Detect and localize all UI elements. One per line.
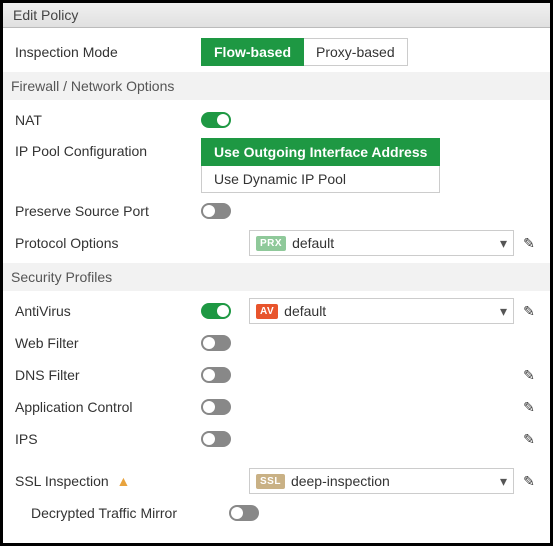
ips-label: IPS [15, 431, 193, 447]
ssl-inspection-select[interactable]: SSL deep-inspection ▾ [249, 468, 514, 494]
section-security-profiles: Security Profiles [3, 263, 550, 291]
ip-pool-outgoing-option[interactable]: Use Outgoing Interface Address [201, 138, 440, 166]
antivirus-value: default [284, 303, 326, 319]
pencil-icon[interactable]: ✎ [520, 367, 538, 384]
dns-filter-label: DNS Filter [15, 367, 193, 383]
preserve-source-port-label: Preserve Source Port [15, 203, 193, 219]
ssl-inspection-label: SSL Inspection ▲ [15, 473, 193, 489]
ip-pool-segmented: Use Outgoing Interface Address Use Dynam… [201, 138, 440, 193]
web-filter-toggle[interactable] [201, 335, 231, 351]
antivirus-label: AntiVirus [15, 303, 193, 319]
row-dns-filter: DNS Filter ✎ [15, 359, 538, 391]
pencil-icon[interactable]: ✎ [520, 473, 538, 490]
edit-policy-window: Edit Policy Inspection Mode Flow-based P… [0, 0, 553, 546]
protocol-options-select[interactable]: PRX default ▾ [249, 230, 514, 256]
preserve-source-port-toggle[interactable] [201, 203, 231, 219]
inspection-flow-based-option[interactable]: Flow-based [201, 38, 304, 66]
section-firewall-network: Firewall / Network Options [3, 72, 550, 100]
application-control-label: Application Control [15, 399, 193, 415]
protocol-options-label: Protocol Options [15, 235, 193, 251]
row-web-filter: Web Filter [15, 327, 538, 359]
chevron-down-icon: ▾ [500, 303, 507, 320]
row-nat: NAT [15, 104, 538, 136]
ips-toggle[interactable] [201, 431, 231, 447]
inspection-mode-segmented: Flow-based Proxy-based [201, 38, 408, 66]
antivirus-select[interactable]: AV default ▾ [249, 298, 514, 324]
ip-pool-label: IP Pool Configuration [15, 138, 193, 159]
dns-filter-toggle[interactable] [201, 367, 231, 383]
row-decrypted-traffic-mirror: Decrypted Traffic Mirror [15, 497, 538, 529]
ssl-inspection-value: deep-inspection [291, 473, 390, 489]
badge-av: AV [256, 304, 278, 319]
row-preserve-source-port: Preserve Source Port [15, 195, 538, 227]
chevron-down-icon: ▾ [500, 473, 507, 490]
pencil-icon[interactable]: ✎ [520, 399, 538, 416]
pencil-icon[interactable]: ✎ [520, 303, 538, 320]
content: Inspection Mode Flow-based Proxy-based F… [3, 28, 550, 543]
application-control-toggle[interactable] [201, 399, 231, 415]
badge-prx: PRX [256, 236, 286, 251]
protocol-options-value: default [292, 235, 334, 251]
row-application-control: Application Control ✎ [15, 391, 538, 423]
row-ssl-inspection: SSL Inspection ▲ SSL deep-inspection ▾ ✎ [15, 465, 538, 497]
pencil-icon[interactable]: ✎ [520, 235, 538, 252]
row-inspection-mode: Inspection Mode Flow-based Proxy-based [15, 36, 538, 68]
decrypted-traffic-mirror-toggle[interactable] [229, 505, 259, 521]
row-protocol-options: Protocol Options PRX default ▾ ✎ [15, 227, 538, 259]
inspection-mode-label: Inspection Mode [15, 44, 193, 60]
window-title: Edit Policy [3, 3, 550, 28]
nat-label: NAT [15, 112, 193, 128]
row-ips: IPS ✎ [15, 423, 538, 455]
web-filter-label: Web Filter [15, 335, 193, 351]
row-antivirus: AntiVirus AV default ▾ ✎ [15, 295, 538, 327]
chevron-down-icon: ▾ [500, 235, 507, 252]
decrypted-traffic-mirror-label: Decrypted Traffic Mirror [31, 505, 221, 521]
warning-icon: ▲ [117, 473, 131, 489]
nat-toggle[interactable] [201, 112, 231, 128]
ssl-inspection-text: SSL Inspection [15, 473, 109, 489]
antivirus-toggle[interactable] [201, 303, 231, 319]
row-ip-pool: IP Pool Configuration Use Outgoing Inter… [15, 136, 538, 195]
badge-ssl: SSL [256, 474, 285, 489]
inspection-proxy-based-option[interactable]: Proxy-based [304, 38, 408, 66]
pencil-icon[interactable]: ✎ [520, 431, 538, 448]
ip-pool-dynamic-option[interactable]: Use Dynamic IP Pool [201, 166, 440, 193]
